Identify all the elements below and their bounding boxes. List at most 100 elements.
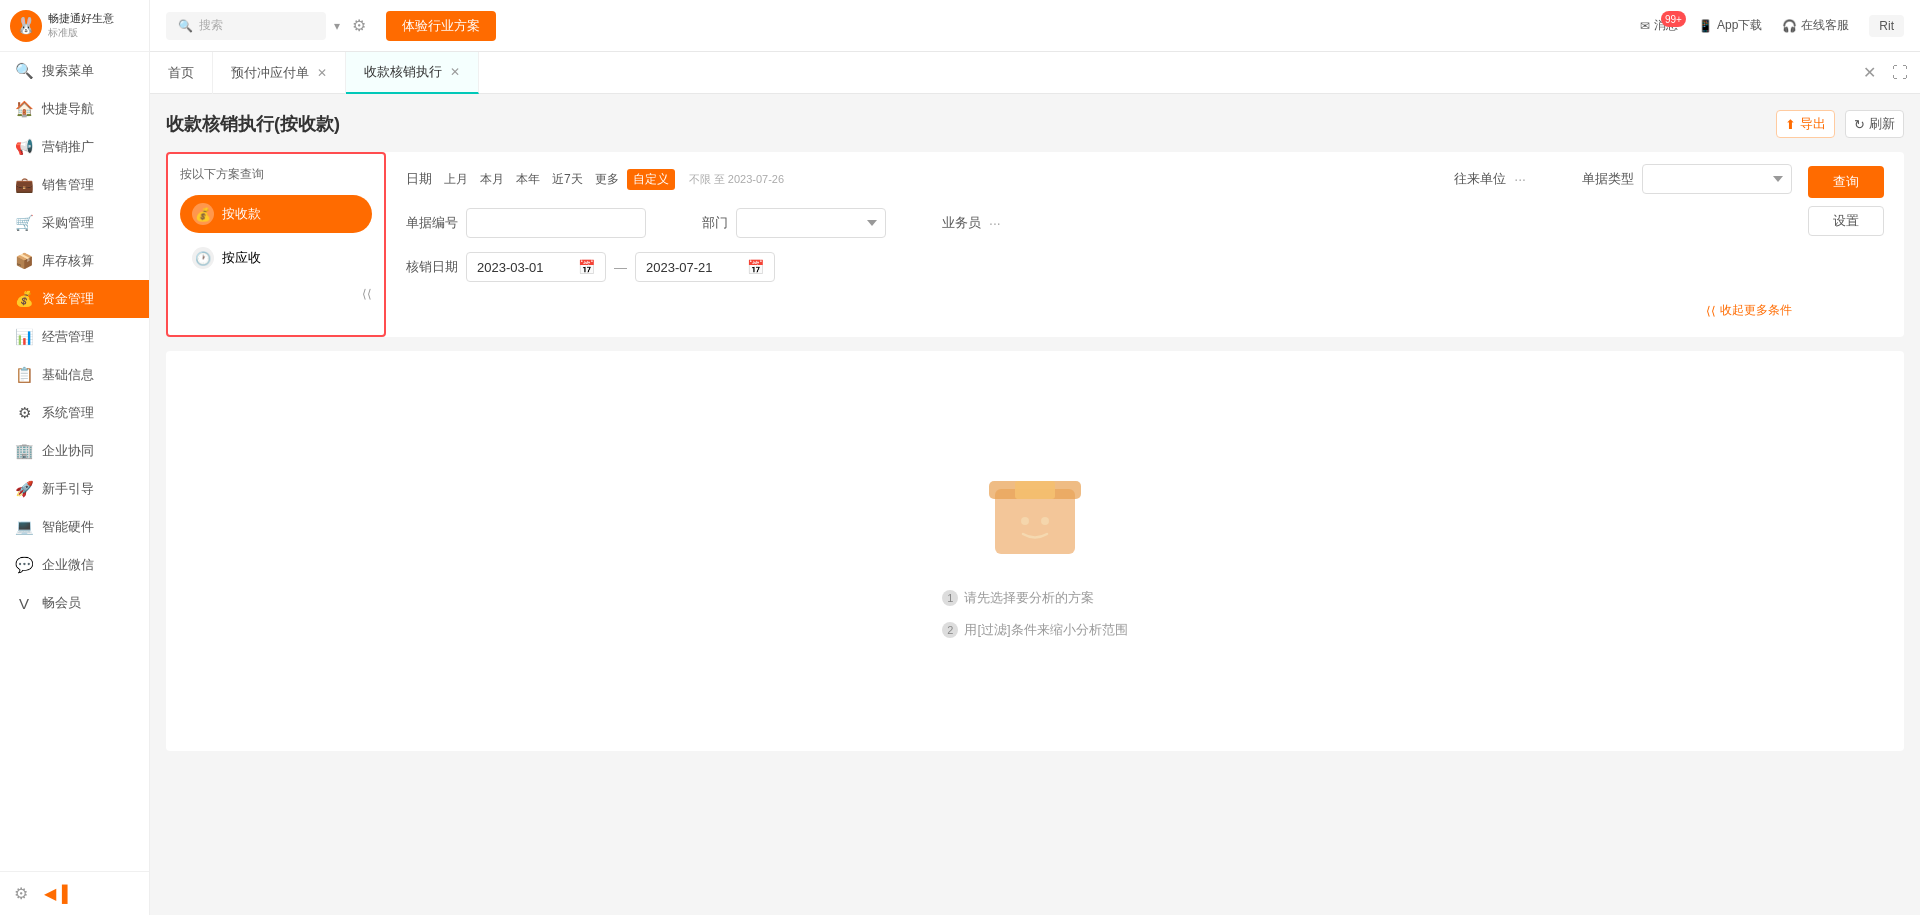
filter-docno-field: 单据编号 (406, 208, 646, 238)
topbar-gear-icon[interactable]: ⚙ (352, 16, 366, 35)
sidebar-item-guide[interactable]: 🚀新手引导 (0, 470, 149, 508)
verify-date-end-input[interactable]: 2023-07-21 📅 (635, 252, 775, 282)
filter-right: 日期 上月 本月 本年 近7天 更多 自定义 (386, 152, 1904, 337)
date-tab-7days[interactable]: 近7天 (548, 169, 587, 190)
page-content: 收款核销执行(按收款) ⬆ 导出 ↻ 刷新 按以下方案查询 (150, 94, 1920, 915)
filter-partner-dots[interactable]: ··· (1514, 171, 1526, 187)
date-tab-this-month[interactable]: 本月 (476, 169, 508, 190)
date-tab-last-month[interactable]: 上月 (440, 169, 472, 190)
filter-staff-label: 业务员 (942, 214, 981, 232)
empty-text: 1 请先选择要分析的方案 2 用[过滤]条件来缩小分析范围 (942, 585, 1127, 643)
main-content-area: 1 请先选择要分析的方案 2 用[过滤]条件来缩小分析范围 (166, 351, 1904, 751)
empty-step-2: 2 用[过滤]条件来缩小分析范围 (942, 617, 1127, 643)
basic-label: 基础信息 (42, 366, 94, 384)
topbar-online-service[interactable]: 🎧 在线客服 (1782, 17, 1849, 34)
date-tab-custom[interactable]: 自定义 (627, 169, 675, 190)
empty-svg-icon (975, 459, 1095, 569)
filter-dept-select[interactable] (736, 208, 886, 238)
sidebar-item-device[interactable]: 💻智能硬件 (0, 508, 149, 546)
topbar-dropdown-icon[interactable]: ▾ (334, 19, 340, 33)
app-label: App下载 (1717, 17, 1762, 34)
corp-icon: 🏢 (14, 442, 34, 460)
empty-step-1: 1 请先选择要分析的方案 (942, 585, 1127, 611)
verify-date-start-cal-icon[interactable]: 📅 (578, 259, 595, 275)
wechat-icon: 💬 (14, 556, 34, 574)
topbar-message[interactable]: ✉ 消息 99+ (1640, 17, 1678, 34)
filter-doctype-field: 单据类型 (1582, 164, 1792, 194)
tab-receipt[interactable]: 收款核销执行 ✕ (346, 52, 479, 94)
filter-docno-label: 单据编号 (406, 214, 458, 232)
sidebar-item-marketing[interactable]: 📢营销推广 (0, 128, 149, 166)
topbar-user[interactable]: Rit (1869, 15, 1904, 37)
tab-receipt-close[interactable]: ✕ (450, 65, 460, 79)
filter-staff-dots[interactable]: ··· (989, 215, 1001, 231)
filter-row-3: 核销日期 2023-03-01 📅 — 2023-07-21 (406, 252, 1792, 282)
sidebar-item-system[interactable]: ⚙系统管理 (0, 394, 149, 432)
export-button[interactable]: ⬆ 导出 (1776, 110, 1835, 138)
finance-label: 资金管理 (42, 290, 94, 308)
filter-option-by-receivable[interactable]: 🕐 按应收 (180, 239, 372, 277)
filter-dept-field: 部门 (702, 208, 886, 238)
wechat-label: 企业微信 (42, 556, 94, 574)
sidebar-nav: 🔍搜索菜单 🏠 快捷导航 📢营销推广💼销售管理🛒采购管理📦库存核算💰资金管理📊经营管理… (0, 52, 149, 871)
filter-option-by-receipt[interactable]: 💰 按收款 (180, 195, 372, 233)
tab-home-label: 首页 (168, 64, 194, 82)
filter-panel-title: 按以下方案查询 (180, 166, 372, 183)
purchase-icon: 🛒 (14, 214, 34, 232)
date-tab-this-year[interactable]: 本年 (512, 169, 544, 190)
collapse-more-btn[interactable]: ⟨⟨ 收起更多条件 (406, 296, 1792, 325)
sidebar-item-biz[interactable]: 📊经营管理 (0, 318, 149, 356)
tabs-controls: ✕ ⛶ (1859, 59, 1920, 86)
verify-date-start-input[interactable]: 2023-03-01 📅 (466, 252, 606, 282)
vip-icon: V (14, 595, 34, 612)
guide-label: 新手引导 (42, 480, 94, 498)
sidebar-item-wechat[interactable]: 💬 企业微信 (0, 546, 149, 584)
export-icon: ⬆ (1785, 117, 1796, 132)
sidebar-item-quick[interactable]: 🏠 快捷导航 (0, 90, 149, 128)
filter-doctype-select[interactable] (1642, 164, 1792, 194)
sidebar-item-vip[interactable]: V 畅会员 (0, 584, 149, 622)
system-icon: ⚙ (14, 404, 34, 422)
sidebar-gear-icon[interactable]: ⚙ (14, 884, 28, 903)
sales-icon: 💼 (14, 176, 34, 194)
marketing-icon: 📢 (14, 138, 34, 156)
svg-point-4 (1041, 517, 1049, 525)
sidebar-item-basic[interactable]: 📋基础信息 (0, 356, 149, 394)
sidebar-item-finance[interactable]: 💰资金管理 (0, 280, 149, 318)
verify-date-end-cal-icon[interactable]: 📅 (747, 259, 764, 275)
tabs-expand-icon[interactable]: ⛶ (1888, 60, 1912, 86)
tab-prepay-close[interactable]: ✕ (317, 66, 327, 80)
sidebar-item-purchase[interactable]: 🛒采购管理 (0, 204, 149, 242)
quick-label: 快捷导航 (42, 100, 94, 118)
settings-button[interactable]: 设置 (1808, 206, 1884, 236)
date-tab-more[interactable]: 更多 (591, 169, 623, 190)
filter-collapse-btn[interactable]: ⟨⟨ (180, 283, 372, 305)
sidebar-collapse-icon[interactable]: ◀▐ (44, 884, 67, 903)
tabs-close-all-icon[interactable]: ✕ (1859, 59, 1880, 86)
sidebar-item-sales[interactable]: 💼销售管理 (0, 166, 149, 204)
date-sep: — (614, 260, 627, 275)
query-button[interactable]: 查询 (1808, 166, 1884, 198)
sidebar-item-search[interactable]: 🔍搜索菜单 (0, 52, 149, 90)
verify-date-start-text: 2023-03-01 (477, 260, 544, 275)
sidebar-item-inventory[interactable]: 📦库存核算 (0, 242, 149, 280)
service-label: 在线客服 (1801, 17, 1849, 34)
refresh-button[interactable]: ↻ 刷新 (1845, 110, 1904, 138)
inventory-icon: 📦 (14, 252, 34, 270)
filter-panel: 按以下方案查询 💰 按收款 🕐 按应收 ⟨⟨ (166, 152, 1904, 337)
filter-docno-input[interactable] (466, 208, 646, 238)
title-actions: ⬆ 导出 ↻ 刷新 (1776, 110, 1904, 138)
tab-home[interactable]: 首页 (150, 52, 213, 94)
solution-button[interactable]: 体验行业方案 (386, 11, 496, 41)
page-container: 收款核销执行(按收款) ⬆ 导出 ↻ 刷新 按以下方案查询 (150, 94, 1920, 767)
vip-label: 畅会员 (42, 594, 81, 612)
tab-prepay[interactable]: 预付冲应付单 ✕ (213, 52, 346, 94)
filter-dept-label: 部门 (702, 214, 728, 232)
by-receivable-icon: 🕐 (192, 247, 214, 269)
topbar-search-box[interactable]: 🔍 搜索 (166, 12, 326, 40)
quick-icon: 🏠 (14, 100, 34, 118)
sidebar-item-corp[interactable]: 🏢企业协同 (0, 432, 149, 470)
collapse-icon: ⟨⟨ (362, 287, 372, 301)
search-icon: 🔍 (178, 19, 193, 33)
topbar-app-download[interactable]: 📱 App下载 (1698, 17, 1762, 34)
